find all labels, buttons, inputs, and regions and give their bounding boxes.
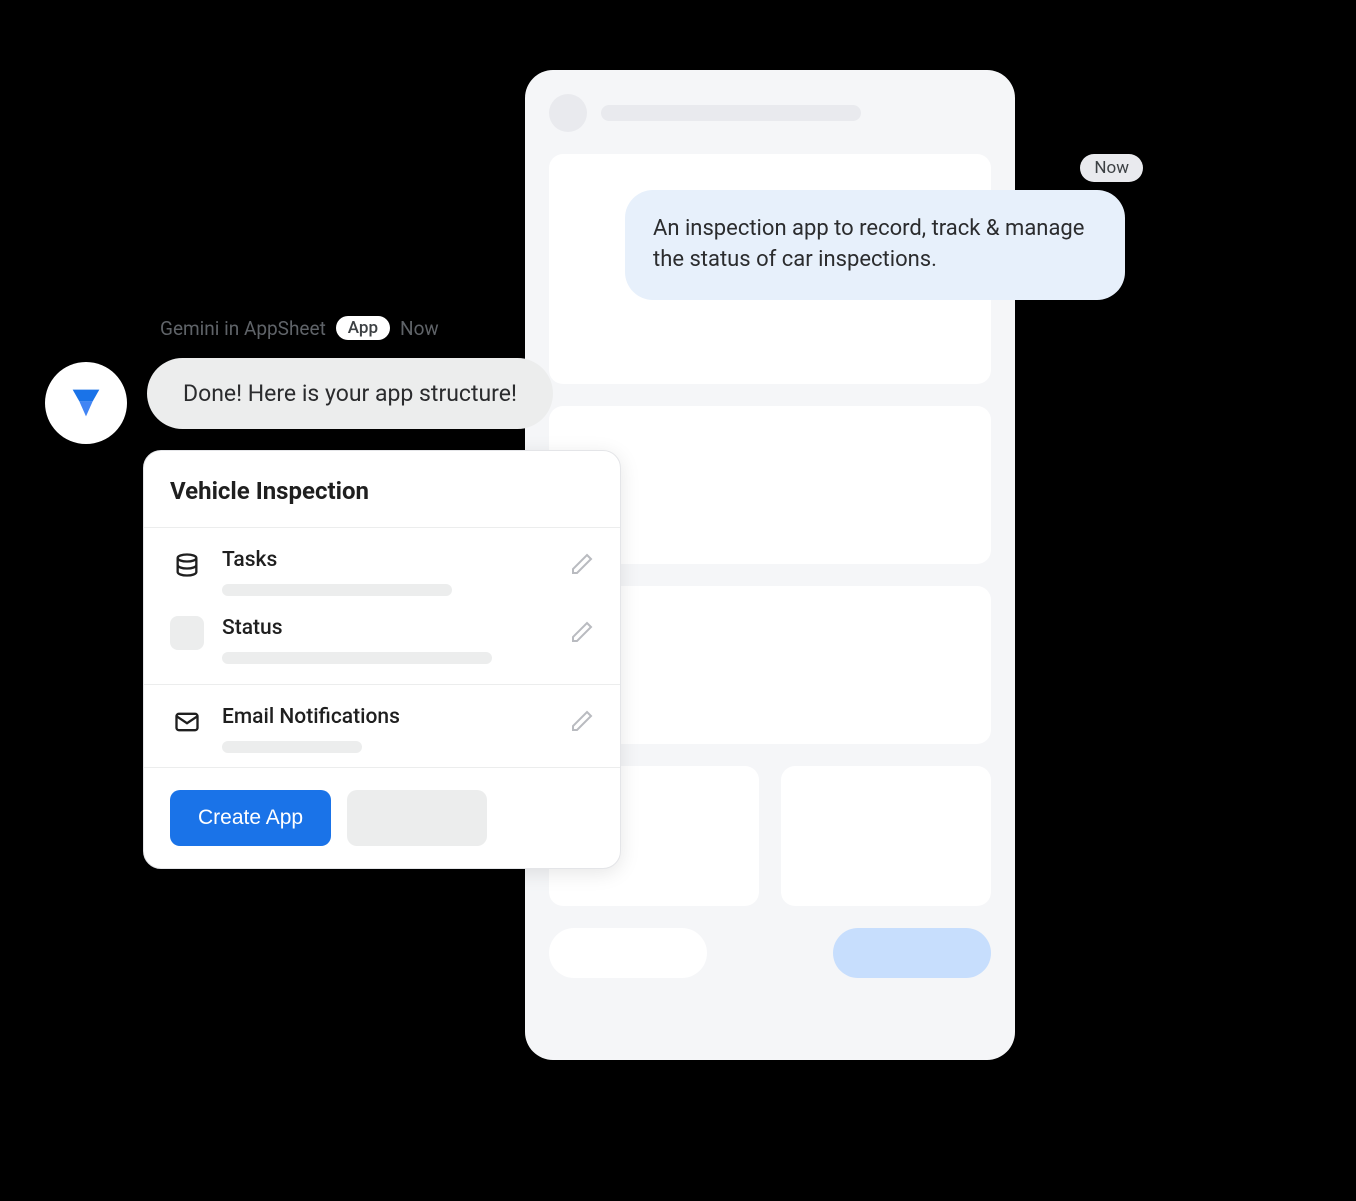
phone-footer-pill — [549, 928, 707, 978]
appsheet-logo-icon — [66, 383, 106, 423]
database-icon — [170, 548, 204, 582]
mail-icon — [170, 705, 204, 739]
skeleton-line — [222, 652, 492, 664]
user-message-area: Now An inspection app to record, track &… — [625, 190, 1125, 300]
bot-badge: App — [336, 316, 390, 340]
phone-footer-pill-accent — [833, 928, 991, 978]
app-card-footer: Create App — [144, 767, 620, 868]
app-structure-card: Vehicle Inspection Tasks Status — [143, 450, 621, 869]
user-message-bubble: An inspection app to record, track & man… — [625, 190, 1125, 300]
phone-avatar-placeholder — [549, 94, 587, 132]
secondary-button-placeholder[interactable] — [347, 790, 487, 846]
phone-title-placeholder — [601, 105, 861, 121]
skeleton-line — [222, 584, 452, 596]
structure-row-label: Status — [222, 616, 552, 640]
bot-sender: Gemini in AppSheet — [160, 317, 326, 340]
structure-row-label: Email Notifications — [222, 705, 552, 729]
pencil-icon[interactable] — [570, 620, 594, 644]
structure-row-label: Tasks — [222, 548, 552, 572]
structure-row-tasks: Tasks — [144, 528, 620, 610]
structure-row-status: Status — [144, 610, 620, 678]
app-card-title: Vehicle Inspection — [144, 451, 620, 528]
placeholder-icon — [170, 616, 204, 650]
phone-card-placeholder — [781, 766, 991, 906]
bot-message-bubble: Done! Here is your app structure! — [147, 358, 553, 429]
structure-row-email: Email Notifications — [144, 685, 620, 767]
user-timestamp: Now — [1080, 154, 1143, 182]
create-app-button[interactable]: Create App — [170, 790, 331, 846]
pencil-icon[interactable] — [570, 709, 594, 733]
appsheet-avatar — [45, 362, 127, 444]
bot-timestamp: Now — [400, 317, 439, 340]
bot-meta: Gemini in AppSheet App Now — [160, 316, 439, 340]
skeleton-line — [222, 741, 362, 753]
pencil-icon[interactable] — [570, 552, 594, 576]
